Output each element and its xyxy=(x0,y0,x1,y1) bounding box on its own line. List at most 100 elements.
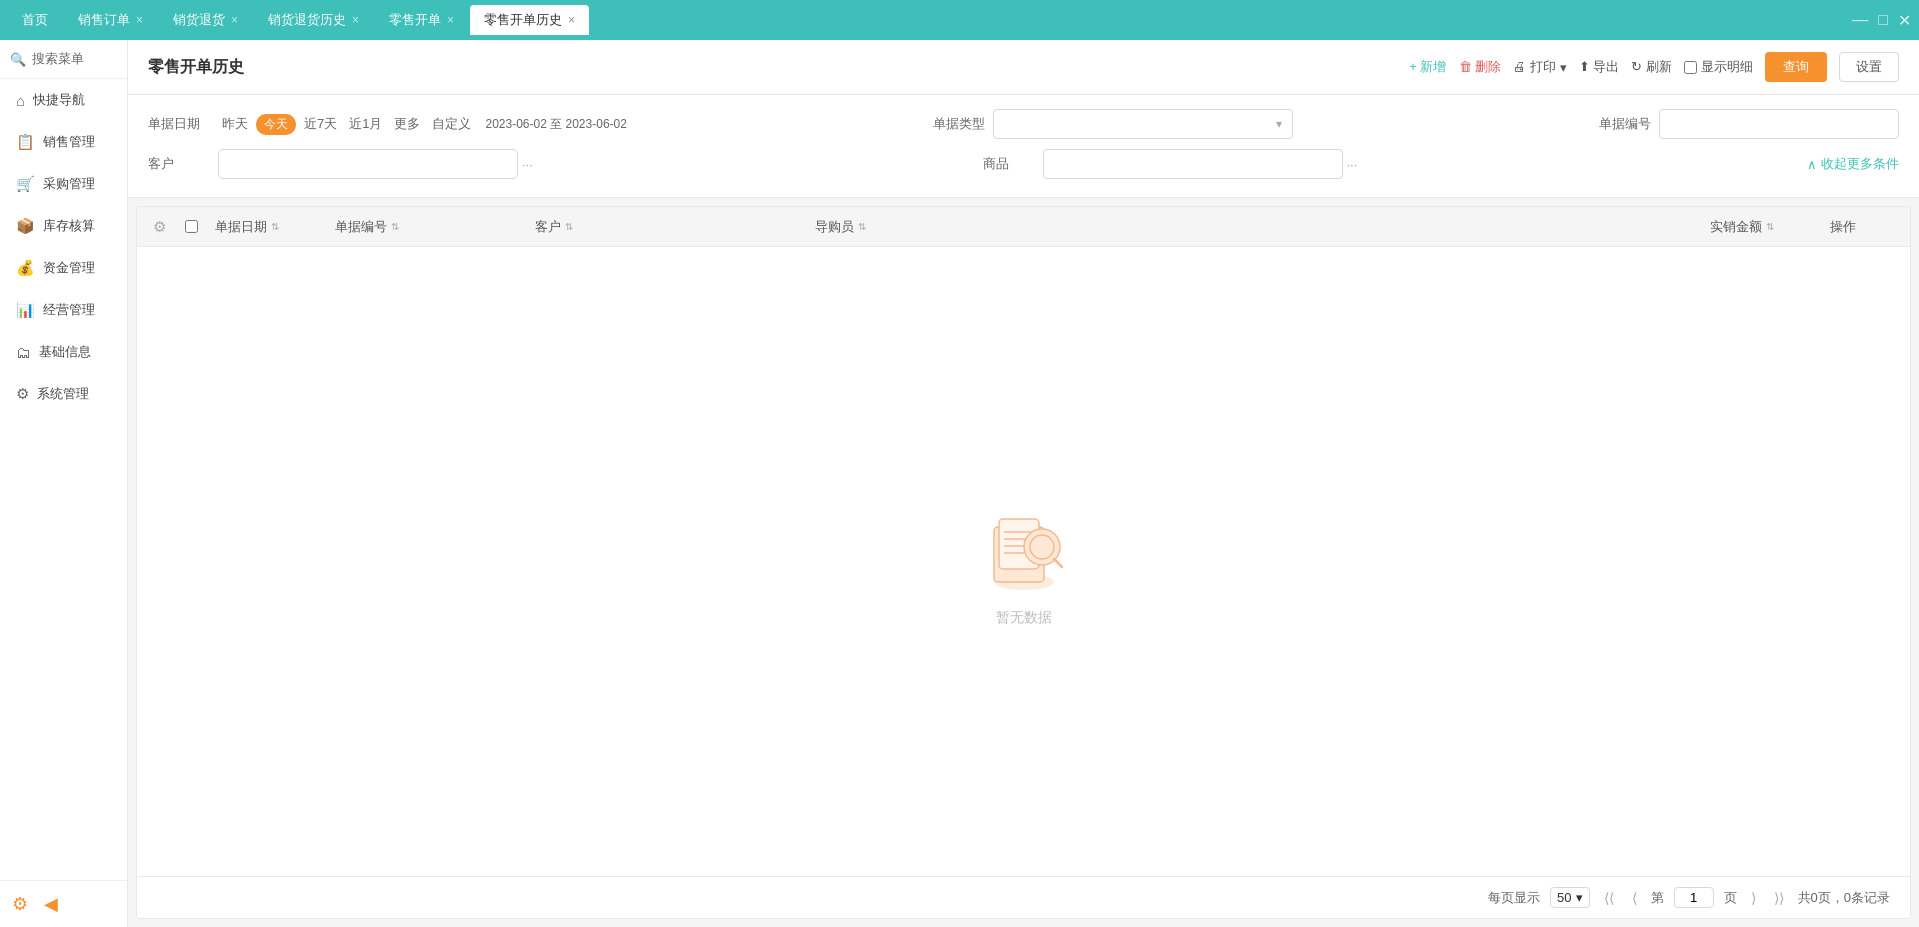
goods-label: 商品 xyxy=(983,155,1043,173)
tab-home[interactable]: 首页 xyxy=(8,5,62,35)
collapse-more-btn[interactable]: ∧ 收起更多条件 xyxy=(1807,155,1899,173)
date-btn-more[interactable]: 更多 xyxy=(390,113,424,135)
tab-sales-return-history[interactable]: 销货退货历史 × xyxy=(254,5,373,35)
date-btn-custom[interactable]: 自定义 xyxy=(428,113,475,135)
print-button[interactable]: 🖨 打印 ▾ xyxy=(1513,58,1567,76)
page-total: 共0页，0条记录 xyxy=(1798,889,1890,907)
page-header: 零售开单历史 + 新增 🗑 删除 🖨 打印 ▾ ⬆ 导出 ↻ 刷新 显示明细 查… xyxy=(128,40,1919,95)
sidebar: 🔍 搜索菜单 ⌂ 快捷导航 📋 销售管理 🛒 采购管理 📦 库存核算 💰 资金管… xyxy=(0,40,128,927)
filter-row-date: 单据日期 昨天 今天 近7天 近1月 更多 自定义 2023-06-02 至 2… xyxy=(148,109,1899,139)
add-button[interactable]: + 新增 xyxy=(1409,58,1446,76)
tab-sales-order[interactable]: 销售订单 × xyxy=(64,5,157,35)
sidebar-item-quick-nav[interactable]: ⌂ 快捷导航 xyxy=(0,79,127,121)
goods-input[interactable] xyxy=(1043,149,1343,179)
sidebar-item-sys-mgmt[interactable]: ⚙ 系统管理 xyxy=(0,373,127,415)
tab-sales-return[interactable]: 销货退货 × xyxy=(159,5,252,35)
date-btn-7days[interactable]: 近7天 xyxy=(300,113,341,135)
maximize-button[interactable]: □ xyxy=(1878,11,1888,29)
main-layout: 🔍 搜索菜单 ⌂ 快捷导航 📋 销售管理 🛒 采购管理 📦 库存核算 💰 资金管… xyxy=(0,40,1919,927)
close-button[interactable]: ✕ xyxy=(1898,11,1911,30)
sidebar-search[interactable]: 🔍 搜索菜单 xyxy=(0,40,127,79)
bill-num-label: 单据编号 xyxy=(1599,115,1659,133)
th-num: 单据编号 ⇅ xyxy=(327,218,527,236)
table-area: ⚙ 单据日期 ⇅ 单据编号 ⇅ 客户 ⇅ 导购员 xyxy=(136,206,1911,919)
query-button[interactable]: 查询 xyxy=(1765,52,1827,82)
th-op: 操作 xyxy=(1822,218,1902,236)
bill-type-label: 单据类型 xyxy=(933,115,993,133)
bill-type-arrow-icon: ▾ xyxy=(1276,117,1282,131)
inventory-icon: 📦 xyxy=(16,217,35,235)
filter-row-customer: 客户 ··· 商品 ··· ∧ 收起更多条件 xyxy=(148,149,1899,179)
sales-icon: 📋 xyxy=(16,133,35,151)
search-icon: 🔍 xyxy=(10,52,26,67)
customer-input[interactable] xyxy=(218,149,518,179)
sort-customer-icon[interactable]: ⇅ xyxy=(565,221,573,232)
sidebar-item-basic-info[interactable]: 🗂 基础信息 xyxy=(0,331,127,373)
home-icon: ⌂ xyxy=(16,92,25,109)
sort-guide-icon[interactable]: ⇅ xyxy=(858,221,866,232)
tab-close-sales-return-history[interactable]: × xyxy=(352,13,359,27)
window-controls: — □ ✕ xyxy=(1852,11,1911,30)
refresh-button[interactable]: ↻ 刷新 xyxy=(1631,58,1672,76)
page-unit: 页 xyxy=(1724,889,1737,907)
per-page-select[interactable]: 50 ▾ xyxy=(1550,887,1589,908)
th-settings-col: ⚙ xyxy=(145,218,177,236)
show-detail-checkbox[interactable]: 显示明细 xyxy=(1684,58,1753,76)
tab-retail-open-history[interactable]: 零售开单历史 × xyxy=(470,5,589,35)
tab-close-retail-open-history[interactable]: × xyxy=(568,13,575,27)
date-range-display: 2023-06-02 至 2023-06-02 xyxy=(485,116,626,133)
collapse-sidebar-button[interactable]: ◀ xyxy=(44,893,58,915)
page-title: 零售开单历史 xyxy=(148,57,244,90)
settings-bottom-icon[interactable]: ⚙ xyxy=(12,893,28,915)
delete-button[interactable]: 🗑 删除 xyxy=(1459,58,1502,76)
page-label: 第 xyxy=(1651,889,1664,907)
tab-close-sales-order[interactable]: × xyxy=(136,13,143,27)
finance-icon: 💰 xyxy=(16,259,35,277)
goods-dots[interactable]: ··· xyxy=(1347,157,1358,172)
customer-dots[interactable]: ··· xyxy=(522,157,533,172)
per-page-label: 每页显示 xyxy=(1488,889,1540,907)
sidebar-bottom: ⚙ ◀ xyxy=(0,880,127,927)
purchase-icon: 🛒 xyxy=(16,175,35,193)
date-label: 单据日期 xyxy=(148,115,218,133)
content-area: 零售开单历史 + 新增 🗑 删除 🖨 打印 ▾ ⬆ 导出 ↻ 刷新 显示明细 查… xyxy=(128,40,1919,927)
tab-retail-open[interactable]: 零售开单 × xyxy=(375,5,468,35)
sidebar-item-purchase-mgmt[interactable]: 🛒 采购管理 xyxy=(0,163,127,205)
date-btn-yesterday[interactable]: 昨天 xyxy=(218,113,252,135)
filter-area: 单据日期 昨天 今天 近7天 近1月 更多 自定义 2023-06-02 至 2… xyxy=(128,95,1919,198)
select-all-checkbox[interactable] xyxy=(185,220,198,233)
export-button[interactable]: ⬆ 导出 xyxy=(1579,58,1620,76)
basic-info-icon: 🗂 xyxy=(16,344,31,361)
show-detail-input[interactable] xyxy=(1684,61,1697,74)
column-settings-icon[interactable]: ⚙ xyxy=(153,218,166,236)
customer-label: 客户 xyxy=(148,155,218,173)
sidebar-item-operations[interactable]: 📊 经营管理 xyxy=(0,289,127,331)
prev-page-button[interactable]: ⟨ xyxy=(1628,888,1641,908)
first-page-button[interactable]: ⟨⟨ xyxy=(1600,888,1618,908)
sort-num-icon[interactable]: ⇅ xyxy=(391,221,399,232)
sidebar-item-inventory[interactable]: 📦 库存核算 xyxy=(0,205,127,247)
next-page-button[interactable]: ⟩ xyxy=(1747,888,1760,908)
minimize-button[interactable]: — xyxy=(1852,11,1868,29)
bill-num-input[interactable] xyxy=(1659,109,1899,139)
per-page-arrow-icon: ▾ xyxy=(1576,890,1583,905)
tab-close-sales-return[interactable]: × xyxy=(231,13,238,27)
sys-icon: ⚙ xyxy=(16,385,29,403)
tab-close-retail-open[interactable]: × xyxy=(447,13,454,27)
operations-icon: 📊 xyxy=(16,301,35,319)
date-btn-today[interactable]: 今天 xyxy=(256,114,296,135)
sidebar-item-finance[interactable]: 💰 资金管理 xyxy=(0,247,127,289)
collapse-arrow-icon: ∧ xyxy=(1807,157,1817,172)
empty-illustration xyxy=(974,497,1074,597)
empty-area: 暂无数据 xyxy=(137,247,1910,876)
sort-amount-icon[interactable]: ⇅ xyxy=(1766,221,1774,232)
date-btn-1month[interactable]: 近1月 xyxy=(345,113,386,135)
sort-date-icon[interactable]: ⇅ xyxy=(271,221,279,232)
bill-type-select[interactable]: ▾ xyxy=(993,109,1293,139)
page-number-input[interactable] xyxy=(1674,887,1714,908)
last-page-button[interactable]: ⟩⟩ xyxy=(1770,888,1788,908)
sidebar-item-sales-mgmt[interactable]: 📋 销售管理 xyxy=(0,121,127,163)
th-checkbox xyxy=(177,220,207,233)
table-header: ⚙ 单据日期 ⇅ 单据编号 ⇅ 客户 ⇅ 导购员 xyxy=(137,207,1910,247)
set-button[interactable]: 设置 xyxy=(1839,52,1899,82)
